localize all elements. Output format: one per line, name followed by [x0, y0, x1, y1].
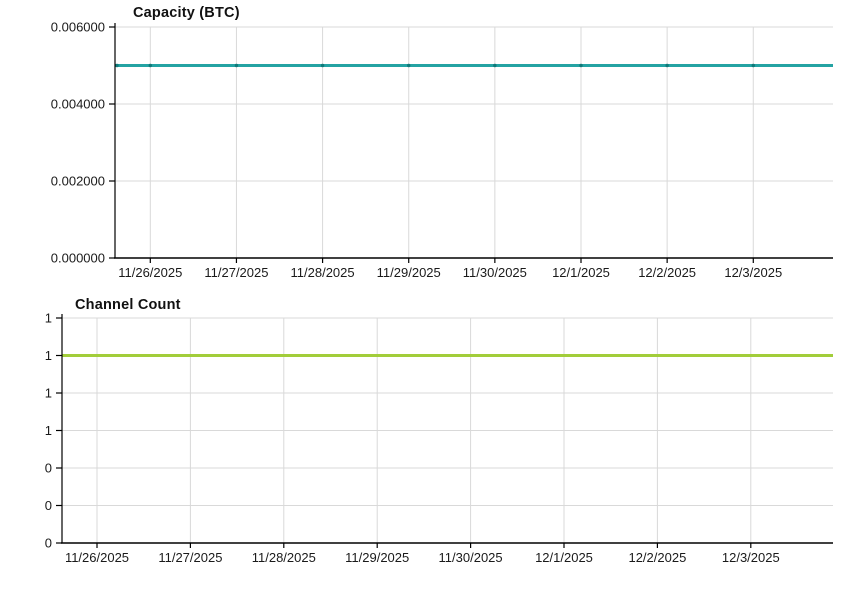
- channel-count-chart: 1 1 1 1 0 0 0 11/26/2025 11/27/2025 11/28/2025 11/…: [45, 311, 833, 566]
- data-point-marker: [493, 64, 496, 67]
- y-tick-label: 1: [45, 423, 52, 438]
- x-tick-label: 12/3/2025: [724, 265, 782, 280]
- x-tick-label: 11/29/2025: [377, 265, 441, 280]
- data-point-marker: [149, 64, 152, 67]
- y-tick-label: 1: [45, 311, 52, 326]
- capacity-chart: 0.006000 0.004000 0.002000 0.000000 11/26/20…: [51, 20, 833, 281]
- x-tick-label: 11/27/2025: [158, 550, 222, 565]
- y-tick-label: 1: [45, 348, 52, 363]
- x-tick-label: 12/3/2025: [722, 550, 780, 565]
- lightning-node-stats-panel: 0.006000 0.004000 0.002000 0.000000 11/26/20…: [0, 0, 860, 600]
- x-tick-label: 12/1/2025: [535, 550, 593, 565]
- y-tick-label: 1: [45, 386, 52, 401]
- data-point-marker: [235, 64, 238, 67]
- data-point-marker: [665, 64, 668, 67]
- data-point-marker: [321, 64, 324, 67]
- data-point-marker: [407, 64, 410, 67]
- y-tick-label: 0: [45, 461, 52, 476]
- x-tick-label: 11/26/2025: [118, 265, 182, 280]
- x-tick-label: 12/2/2025: [638, 265, 696, 280]
- x-tick-label: 12/2/2025: [628, 550, 686, 565]
- y-tick-label: 0.004000: [51, 97, 105, 112]
- y-tick-label: 0.002000: [51, 174, 105, 189]
- y-tick-label: 0.000000: [51, 251, 105, 266]
- x-tick-label: 11/28/2025: [252, 550, 316, 565]
- capacity-chart-title: Capacity (BTC): [133, 5, 240, 21]
- x-tick-label: 11/28/2025: [291, 265, 355, 280]
- y-tick-label: 0: [45, 536, 52, 551]
- x-tick-label: 11/30/2025: [439, 550, 503, 565]
- x-tick-label: 12/1/2025: [552, 265, 610, 280]
- y-tick-label: 0: [45, 498, 52, 513]
- x-tick-label: 11/26/2025: [65, 550, 129, 565]
- x-tick-label: 11/27/2025: [204, 265, 268, 280]
- data-point-marker: [579, 64, 582, 67]
- y-tick-label: 0.006000: [51, 20, 105, 35]
- x-tick-label: 11/29/2025: [345, 550, 409, 565]
- x-tick-label: 11/30/2025: [463, 265, 527, 280]
- data-point-marker: [752, 64, 755, 67]
- channel-count-chart-title: Channel Count: [75, 297, 181, 313]
- data-point-marker: [115, 64, 118, 67]
